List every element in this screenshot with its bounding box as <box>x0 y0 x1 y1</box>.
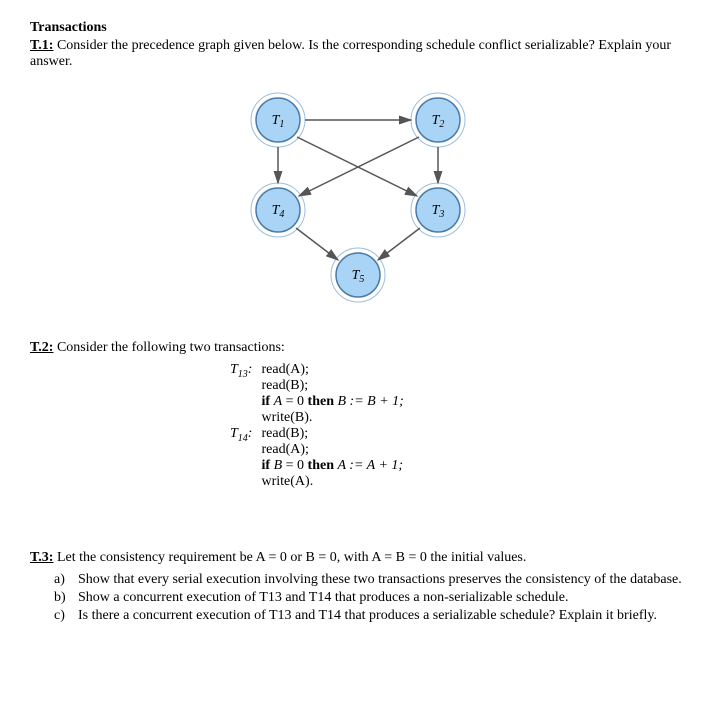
t1-label: T.1: <box>30 38 53 53</box>
t3-b-letter: b) <box>54 590 78 606</box>
question-t2: T.2: Consider the following two transact… <box>30 340 686 356</box>
t2-label: T.2: <box>30 340 53 355</box>
question-t1: T.1: Consider the precedence graph given… <box>30 38 686 70</box>
t2-text: Consider the following two transactions: <box>57 340 285 355</box>
t3-label: T.3: <box>30 550 53 565</box>
t14-block: T14: read(B); read(A); if B = 0 then A :… <box>230 426 686 490</box>
transaction-code-block: T13: read(A); read(B); if A = 0 then B :… <box>230 362 686 490</box>
precedence-graph: T1 T2 T4 T3 T5 <box>198 80 518 310</box>
t3-item-a: a) Show that every serial execution invo… <box>54 572 686 588</box>
t3-text: Let the consistency requirement be A = 0… <box>57 550 526 565</box>
t3-b-text: Show a concurrent execution of T13 and T… <box>78 590 569 606</box>
t3-c-text: Is there a concurrent execution of T13 a… <box>78 608 657 624</box>
t3-item-b: b) Show a concurrent execution of T13 an… <box>54 590 686 606</box>
t1-text: Consider the precedence graph given belo… <box>30 38 671 69</box>
t3-c-letter: c) <box>54 608 78 624</box>
t3-subitems: a) Show that every serial execution invo… <box>54 572 686 624</box>
t3-a-letter: a) <box>54 572 78 588</box>
t3-a-text: Show that every serial execution involvi… <box>78 572 682 588</box>
question-t3: T.3: Let the consistency requirement be … <box>30 550 686 566</box>
t3-item-c: c) Is there a concurrent execution of T1… <box>54 608 686 624</box>
t13-block: T13: read(A); read(B); if A = 0 then B :… <box>230 362 686 426</box>
page-heading: Transactions <box>30 20 686 36</box>
